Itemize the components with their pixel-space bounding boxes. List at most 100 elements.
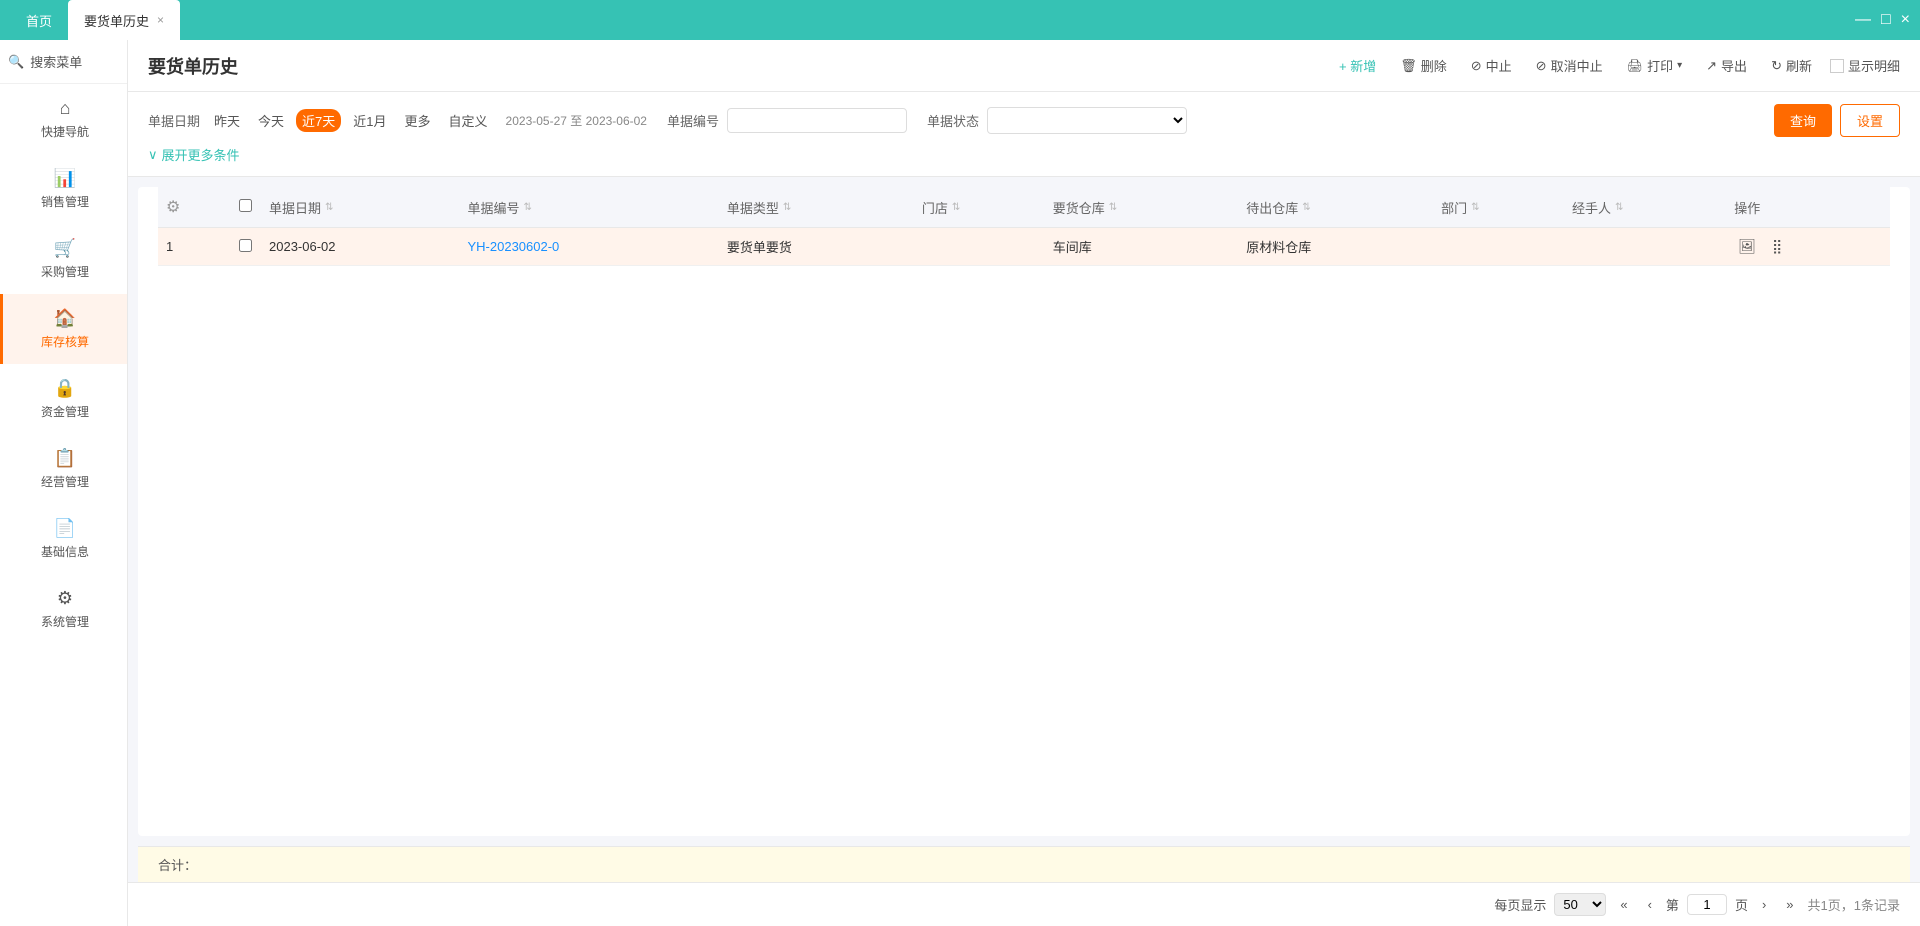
maximize-icon[interactable]: □ (1881, 11, 1891, 29)
main-content: 要货单历史 + 新增 🗑 删除 ⊘ 中止 ⊘ 取消中止 🖨 (128, 40, 1920, 926)
delete-button[interactable]: 🗑 删除 (1394, 52, 1453, 79)
filter-date-range: 2023-05-27 至 2023-06-02 (506, 112, 647, 129)
setting-button[interactable]: 设置 (1840, 104, 1900, 137)
th-req-warehouse: 要货仓库⇅ (1045, 187, 1238, 228)
date-opt-custom[interactable]: 自定义 (443, 109, 494, 132)
more-action-icon[interactable]: ⣿ (1768, 236, 1786, 257)
date-opt-7days[interactable]: 近7天 (296, 109, 341, 132)
sidebar-item-operation[interactable]: 📋 经营管理 (0, 434, 127, 504)
sort-billtype-icon[interactable]: ⇅ (783, 202, 791, 213)
sidebar-item-sales[interactable]: 📊 销售管理 (0, 154, 127, 224)
sidebar-item-inventory[interactable]: 🏠 库存核算 (0, 294, 127, 364)
date-opt-more[interactable]: 更多 (399, 109, 437, 132)
display-detail-label: 显示明细 (1848, 56, 1900, 75)
bill-no-input[interactable] (727, 108, 907, 133)
operation-icon: 📋 (54, 448, 76, 469)
filter-date: 单据日期 昨天 今天 近7天 近1月 更多 自定义 2023-05-27 至 2… (148, 109, 647, 132)
page-number-input[interactable] (1687, 894, 1727, 915)
sort-pending-wh-icon[interactable]: ⇅ (1302, 202, 1310, 213)
sidebar-item-quick-nav[interactable]: ⌂ 快捷导航 (0, 84, 127, 154)
sidebar: 🔍 搜索菜单 ⌂ 快捷导航 📊 销售管理 🛒 采购管理 🏠 库存核算 🔒 资金管… (0, 40, 128, 926)
home-icon: ⌂ (60, 98, 71, 119)
close-tab-icon[interactable]: × (157, 13, 164, 27)
view-action-icon[interactable]: 🖼 (1734, 236, 1760, 257)
export-icon: ↗ (1706, 58, 1717, 74)
sidebar-search[interactable]: 🔍 搜索菜单 (0, 40, 127, 84)
row-checkbox[interactable] (239, 239, 252, 252)
chevron-down-icon: ∨ (148, 147, 158, 163)
sort-billno-icon[interactable]: ⇅ (524, 202, 532, 213)
sidebar-item-system[interactable]: ⚙ 系统管理 (0, 574, 127, 644)
data-table: ⚙ 单据日期⇅ 单据编号⇅ 单据类型⇅ (158, 187, 1890, 266)
expand-more[interactable]: ∨ 展开更多条件 (148, 145, 1900, 164)
table-header-row: ⚙ 单据日期⇅ 单据编号⇅ 单据类型⇅ (158, 187, 1890, 228)
filter-bill-no: 单据编号 (667, 108, 907, 133)
select-all-checkbox[interactable] (239, 199, 252, 212)
filter-buttons: 查询 设置 (1774, 104, 1900, 137)
add-button[interactable]: + 新增 (1333, 52, 1382, 79)
sort-dept-icon[interactable]: ⇅ (1471, 202, 1479, 213)
sort-store-icon[interactable]: ⇅ (952, 202, 960, 213)
purchase-icon: 🛒 (54, 238, 76, 259)
cell-pending-warehouse: 原材料仓库 (1238, 228, 1433, 266)
page-title: 要货单历史 (148, 53, 238, 79)
next-page-btn[interactable]: › (1756, 895, 1772, 914)
print-icon: 🖨 (1627, 58, 1644, 74)
close-window-icon[interactable]: × (1901, 11, 1910, 29)
window-controls: — □ × (1855, 11, 1910, 29)
stop-button[interactable]: ⊘ 中止 (1465, 52, 1518, 79)
sidebar-item-label: 系统管理 (41, 613, 89, 630)
cell-checkbox (231, 228, 261, 266)
inventory-icon: 🏠 (54, 308, 76, 329)
export-label: 导出 (1721, 56, 1747, 75)
display-detail-toggle[interactable]: 显示明细 (1830, 56, 1900, 75)
per-page-label: 每页显示 (1494, 895, 1546, 914)
stop-label: 中止 (1486, 56, 1512, 75)
cell-bill-no: YH-20230602-0 (460, 228, 719, 266)
last-page-btn[interactable]: » (1780, 895, 1799, 914)
query-button[interactable]: 查询 (1774, 104, 1832, 137)
total-info: 共1页，1条记录 (1808, 895, 1900, 914)
action-icons: 🖼 ⣿ (1734, 236, 1882, 257)
filter-date-label: 单据日期 (148, 111, 200, 130)
cancel-stop-button[interactable]: ⊘ 取消中止 (1530, 52, 1609, 79)
first-page-btn[interactable]: « (1614, 895, 1633, 914)
date-opt-today[interactable]: 今天 (252, 109, 290, 132)
bill-no-link[interactable]: YH-20230602-0 (468, 239, 560, 254)
sidebar-item-finance[interactable]: 🔒 资金管理 (0, 364, 127, 434)
prev-page-btn[interactable]: ‹ (1642, 895, 1658, 914)
sort-handler-icon[interactable]: ⇅ (1615, 202, 1623, 213)
sidebar-item-basic[interactable]: 📄 基础信息 (0, 504, 127, 574)
toolbar: + 新增 🗑 删除 ⊘ 中止 ⊘ 取消中止 🖨 打印 ▾ (1333, 52, 1900, 79)
sort-date-icon[interactable]: ⇅ (325, 202, 333, 213)
sidebar-item-label: 基础信息 (41, 543, 89, 560)
pagination: 每页显示 50 100 « ‹ 第 页 › » 共1页，1条记录 (128, 882, 1920, 926)
date-options: 昨天 今天 近7天 近1月 更多 自定义 (208, 109, 494, 132)
summary-bar: 合计： (138, 846, 1910, 882)
display-detail-checkbox[interactable] (1830, 59, 1844, 73)
print-button[interactable]: 🖨 打印 ▾ (1621, 52, 1689, 79)
expand-more-label: 展开更多条件 (162, 145, 240, 164)
stop-icon: ⊘ (1471, 58, 1482, 74)
sidebar-item-label: 销售管理 (41, 193, 89, 210)
per-page-select[interactable]: 50 100 (1554, 893, 1606, 916)
status-select[interactable] (987, 107, 1187, 134)
th-checkbox (231, 187, 261, 228)
minimize-icon[interactable]: — (1855, 11, 1871, 29)
date-opt-1month[interactable]: 近1月 (347, 109, 392, 132)
filter-bill-no-label: 单据编号 (667, 111, 719, 130)
sidebar-item-label: 库存核算 (41, 333, 89, 350)
filter-bar: 单据日期 昨天 今天 近7天 近1月 更多 自定义 2023-05-27 至 2… (128, 92, 1920, 177)
cell-handler (1564, 228, 1726, 266)
layout: 🔍 搜索菜单 ⌂ 快捷导航 📊 销售管理 🛒 采购管理 🏠 库存核算 🔒 资金管… (0, 40, 1920, 926)
tab-active[interactable]: 要货单历史 × (68, 0, 180, 40)
refresh-button[interactable]: ↻ 刷新 (1765, 52, 1818, 79)
cancel-stop-icon: ⊘ (1536, 58, 1547, 74)
column-settings-icon[interactable]: ⚙ (166, 199, 180, 216)
sort-req-wh-icon[interactable]: ⇅ (1109, 202, 1117, 213)
export-button[interactable]: ↗ 导出 (1700, 52, 1753, 79)
date-opt-yesterday[interactable]: 昨天 (208, 109, 246, 132)
sidebar-item-label: 经营管理 (41, 473, 89, 490)
tab-home[interactable]: 首页 (10, 0, 68, 40)
sidebar-item-purchase[interactable]: 🛒 采购管理 (0, 224, 127, 294)
